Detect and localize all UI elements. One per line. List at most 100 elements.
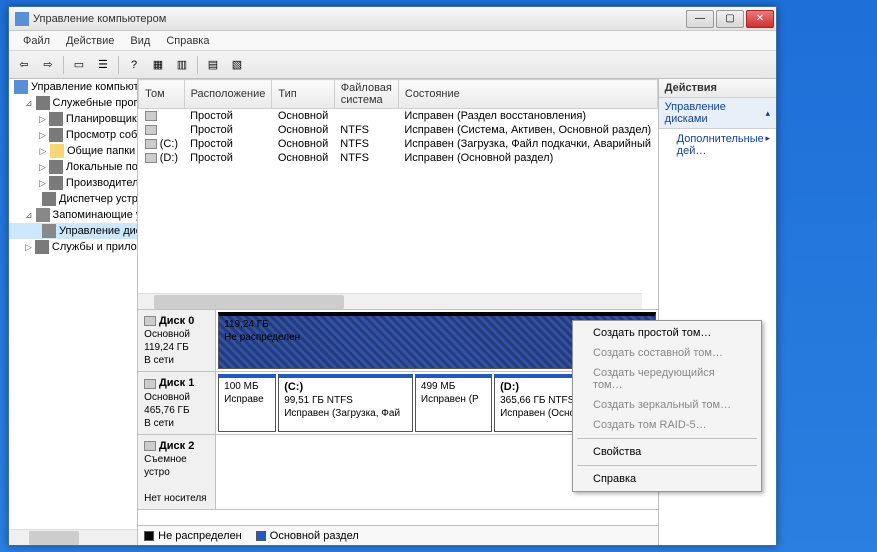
grid-hscroll[interactable] xyxy=(138,293,641,309)
nav-tree[interactable]: Управление компьютером (л ⊿ Служебные прог… xyxy=(9,79,138,545)
tree-toggle-icon[interactable]: ⊿ xyxy=(25,98,33,109)
service-icon xyxy=(36,96,50,110)
tree-item[interactable]: ▷Планировщик заданий xyxy=(9,111,137,127)
context-menu-item: Создать зеркальный том… xyxy=(575,395,759,415)
tool-btn-3[interactable]: ? xyxy=(123,54,145,76)
app-icon xyxy=(15,12,29,26)
service-icon xyxy=(49,160,63,174)
legend-label: Основной раздел xyxy=(270,530,359,542)
tree-label: Запоминающие устройс xyxy=(53,209,139,221)
tree-item[interactable]: Диспетчер устройств xyxy=(9,191,137,207)
partition[interactable]: (C:)99,51 ГБ NTFSИсправен (Загрузка, Фай xyxy=(278,374,413,431)
column-header[interactable]: Том xyxy=(139,80,184,109)
partition[interactable]: 100 МБИсправе xyxy=(218,374,276,431)
volume-list[interactable]: ТомРасположениеТипФайловая системаСостоя… xyxy=(138,79,657,309)
volume-icon xyxy=(145,153,157,163)
actions-category-label: Управление дисками xyxy=(665,101,766,125)
menubar: ФайлДействиеВидСправка xyxy=(9,31,776,51)
tree-toggle-icon[interactable]: ▷ xyxy=(39,114,46,125)
tool-btn-6[interactable]: ▤ xyxy=(202,54,224,76)
tree-toggle-icon[interactable]: ▷ xyxy=(25,242,32,253)
context-menu-item[interactable]: Свойства xyxy=(575,442,759,462)
column-header[interactable]: Состояние xyxy=(398,80,657,109)
tree-item[interactable]: ⊿ Служебные программы xyxy=(9,95,137,111)
tree-item[interactable]: Управление дисками xyxy=(9,223,137,239)
list-icon: ☰ xyxy=(98,58,108,71)
tree-item[interactable]: ▷ Службы и приложения xyxy=(9,239,137,255)
context-menu-item: Создать чередующийся том… xyxy=(575,363,759,395)
tree-toggle-icon[interactable]: ⊿ xyxy=(25,210,33,221)
context-menu-item[interactable]: Справка xyxy=(575,469,759,489)
volume-icon xyxy=(145,125,157,135)
partition[interactable]: 499 МБИсправен (Р xyxy=(415,374,492,431)
menu-вид[interactable]: Вид xyxy=(122,33,158,49)
maximize-button[interactable]: ▢ xyxy=(716,10,744,28)
tree-item[interactable]: ▷Локальные пользоват xyxy=(9,159,137,175)
disk-label[interactable]: Диск 0Основной119,24 ГБВ сети xyxy=(138,310,216,371)
tree-label: Управление компьютером (л xyxy=(31,81,138,93)
menu-справка[interactable]: Справка xyxy=(158,33,217,49)
scroll-thumb[interactable] xyxy=(29,531,79,545)
folder-icon xyxy=(50,144,64,158)
table-row[interactable]: ПростойОсновнойИсправен (Раздел восстано… xyxy=(139,109,657,124)
disk-label[interactable]: Диск 2Съемное устроНет носителя xyxy=(138,435,216,509)
tree-label: Производительность xyxy=(66,177,138,189)
tool-btn-2[interactable]: ☰ xyxy=(92,54,114,76)
separator xyxy=(118,56,119,74)
context-menu-item: Создать составной том… xyxy=(575,343,759,363)
context-menu-item[interactable]: Создать простой том… xyxy=(575,323,759,343)
forward-button[interactable]: ⇨ xyxy=(37,54,59,76)
volume-icon xyxy=(145,111,157,121)
tree-toggle-icon[interactable]: ▷ xyxy=(39,130,46,141)
service-icon xyxy=(35,240,49,254)
disk-label[interactable]: Диск 1Основной465,76 ГБВ сети xyxy=(138,372,216,433)
legend-swatch xyxy=(256,531,266,541)
titlebar[interactable]: Управление компьютером — ▢ ✕ xyxy=(9,7,776,31)
close-button[interactable]: ✕ xyxy=(746,10,774,28)
props-icon: ▧ xyxy=(232,58,242,71)
tree-toggle-icon[interactable]: ▷ xyxy=(39,162,46,173)
tool-btn-4[interactable]: ▦ xyxy=(147,54,169,76)
tool-btn-1[interactable]: ▭ xyxy=(68,54,90,76)
column-header[interactable]: Файловая система xyxy=(334,80,398,109)
legend-item: Основной раздел xyxy=(256,530,359,542)
tree-label: Службы и приложения xyxy=(52,241,138,253)
back-button[interactable]: ⇦ xyxy=(13,54,35,76)
tree-label: Диспетчер устройств xyxy=(59,193,138,205)
menu-separator xyxy=(577,465,757,466)
column-header[interactable]: Расположение xyxy=(184,80,272,109)
tree-toggle-icon[interactable]: ▷ xyxy=(39,146,47,157)
tool-btn-7[interactable]: ▧ xyxy=(226,54,248,76)
arrow-right-icon: ⇨ xyxy=(43,58,52,71)
tool-btn-5[interactable]: ▥ xyxy=(171,54,193,76)
column-header[interactable]: Тип xyxy=(272,80,334,109)
tree-toggle-icon[interactable]: ▷ xyxy=(39,178,46,189)
sheet-icon: ▭ xyxy=(74,58,84,71)
actions-more-label: Дополнительные дей… xyxy=(677,133,766,157)
context-menu[interactable]: Создать простой том…Создать составной то… xyxy=(572,320,762,492)
menu-файл[interactable]: Файл xyxy=(15,33,58,49)
table-row[interactable]: ПростойОсновнойNTFSИсправен (Система, Ак… xyxy=(139,123,657,137)
table-row[interactable]: (D:)ПростойОсновнойNTFSИсправен (Основно… xyxy=(139,151,657,165)
tree-item[interactable]: Управление компьютером (л xyxy=(9,79,137,95)
table-row[interactable]: (C:)ПростойОсновнойNTFSИсправен (Загрузк… xyxy=(139,137,657,151)
tree-item[interactable]: ⊿ Запоминающие устройс xyxy=(9,207,137,223)
service-icon xyxy=(49,128,63,142)
tree-label: Служебные программы xyxy=(53,97,139,109)
tree-label: Общие папки xyxy=(67,145,135,157)
actions-more[interactable]: Дополнительные дей… ▸ xyxy=(659,129,776,161)
actions-category[interactable]: Управление дисками ▴ xyxy=(659,98,776,129)
tree-label: Просмотр событий xyxy=(66,129,138,141)
menu-separator xyxy=(577,438,757,439)
tree-item[interactable]: ▷ Общие папки xyxy=(9,143,137,159)
refresh-icon: ▤ xyxy=(208,58,218,71)
tree-item[interactable]: ▷ Просмотр событий xyxy=(9,127,137,143)
box-icon: ▥ xyxy=(177,58,187,71)
menu-действие[interactable]: Действие xyxy=(58,33,122,49)
service-icon xyxy=(42,192,56,206)
context-menu-item: Создать том RAID-5… xyxy=(575,415,759,435)
minimize-button[interactable]: — xyxy=(686,10,714,28)
scroll-thumb[interactable] xyxy=(154,295,344,309)
tree-item[interactable]: ▷ Производительность xyxy=(9,175,137,191)
tree-hscroll[interactable] xyxy=(9,529,137,545)
